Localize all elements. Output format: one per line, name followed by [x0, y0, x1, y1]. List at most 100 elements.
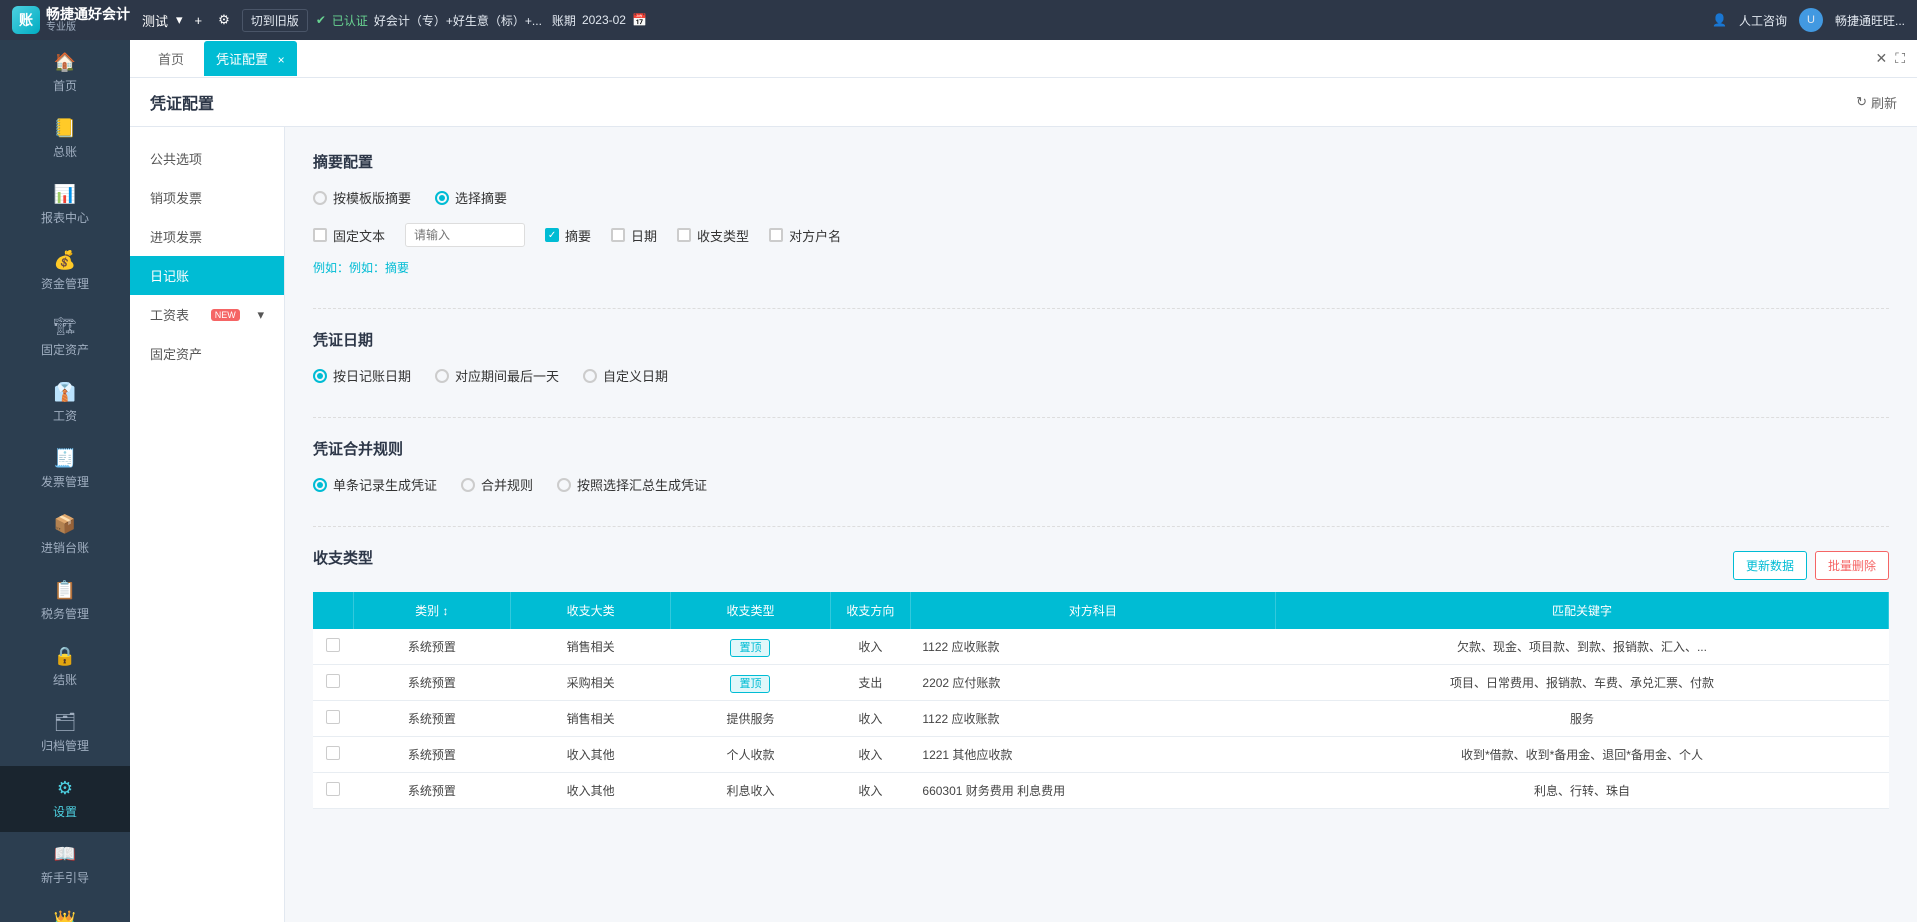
checkbox-counterparty[interactable]: 对方户名: [769, 226, 841, 245]
left-nav-fixed-asset[interactable]: 固定资产: [130, 334, 284, 373]
checkbox-income-type-box: [677, 228, 691, 242]
row-major: 采购相关: [511, 665, 671, 701]
table-actions: 更新数据 批量删除: [1733, 551, 1889, 580]
radio-single[interactable]: 单条记录生成凭证: [313, 475, 437, 494]
checkbox-fixed-text[interactable]: 固定文本: [313, 226, 385, 245]
radio-custom-date[interactable]: 自定义日期: [583, 366, 668, 385]
row-checkbox-cell[interactable]: [313, 665, 353, 701]
income-expense-title: 收支类型: [313, 547, 373, 568]
radio-journal-date-label: 按日记账日期: [333, 366, 411, 385]
sidebar-item-purchase[interactable]: 📦 进销台账: [0, 502, 130, 568]
new-badge: NEW: [211, 309, 240, 321]
home-icon: 🏠: [54, 52, 76, 73]
left-nav-salary-table[interactable]: 工资表 NEW ▾: [130, 295, 284, 334]
radio-template-label: 按模板版摘要: [333, 188, 411, 207]
sidebar-item-member[interactable]: 👑 畅会员: [0, 898, 130, 922]
row-keywords: 欠款、现金、项目款、到款、报销款、汇入、...: [1275, 629, 1888, 665]
radio-template[interactable]: 按模板版摘要: [313, 188, 411, 207]
row-checkbox[interactable]: [326, 746, 340, 760]
select-all-checkbox[interactable]: [326, 602, 340, 616]
radio-summary-total[interactable]: 按照选择汇总生成凭证: [557, 475, 707, 494]
table-row: 系统预置 收入其他 个人收款 收入 1221 其他应收款 收到*借款、收到*备用…: [313, 737, 1889, 773]
checkbox-income-type[interactable]: 收支类型: [677, 226, 749, 245]
left-nav-sales[interactable]: 销项发票: [130, 178, 284, 217]
row-direction: 收入: [830, 701, 910, 737]
batch-delete-btn[interactable]: 批量删除: [1815, 551, 1889, 580]
user-name[interactable]: 畅捷通旺旺...: [1835, 12, 1905, 29]
radio-template-circle: [313, 191, 327, 205]
th-direction: 收支方向: [830, 592, 910, 629]
window-close-btn[interactable]: ✕: [1875, 50, 1887, 67]
radio-period-last[interactable]: 对应期间最后一天: [435, 366, 559, 385]
period-value: 2023-02: [582, 13, 626, 27]
sidebar-item-salary[interactable]: 👔 工资: [0, 370, 130, 436]
checkbox-counterparty-box: [769, 228, 783, 242]
dropdown-icon[interactable]: ▾: [176, 12, 183, 28]
page-header: 凭证配置 ↻ 刷新: [130, 78, 1917, 127]
row-checkbox[interactable]: [326, 710, 340, 724]
sidebar-item-asset[interactable]: 🏗 固定资产: [0, 304, 130, 370]
reset-tag[interactable]: 置顶: [730, 675, 770, 693]
sidebar-item-report[interactable]: 📊 报表中心: [0, 172, 130, 238]
divider-2: [313, 417, 1889, 418]
add-icon[interactable]: +: [195, 13, 203, 28]
content-area: 首页 凭证配置 × ✕ ⛶ 凭证配置 ↻ 刷新 公共选项: [130, 40, 1917, 922]
example-text: 例如：例如：摘要: [313, 259, 1889, 276]
radio-journal-date[interactable]: 按日记账日期: [313, 366, 411, 385]
sidebar-item-fund[interactable]: 💰 资金管理: [0, 238, 130, 304]
checkbox-fixed-text-label: 固定文本: [333, 226, 385, 245]
sidebar-item-ledger[interactable]: 📒 总账: [0, 106, 130, 172]
checkbox-summary[interactable]: ✓ 摘要: [545, 226, 591, 245]
consultation-label[interactable]: 人工咨询: [1739, 12, 1787, 29]
sidebar-item-archive[interactable]: 🗂 归档管理: [0, 700, 130, 766]
sidebar-item-settings[interactable]: ⚙ 设置: [0, 766, 130, 832]
fixed-text-input[interactable]: [405, 223, 525, 247]
sidebar-item-home[interactable]: 🏠 首页: [0, 40, 130, 106]
row-keywords: 收到*借款、收到*备用金、退回*备用金、个人: [1275, 737, 1888, 773]
row-account: 2202 应付账款: [910, 665, 1275, 701]
row-checkbox-cell[interactable]: [313, 701, 353, 737]
switch-old-version-btn[interactable]: 切到旧版: [242, 9, 308, 32]
checkbox-date[interactable]: 日期: [611, 226, 657, 245]
window-expand-btn[interactable]: ⛶: [1895, 50, 1905, 67]
row-checkbox[interactable]: [326, 674, 340, 688]
status-bar: ✔ 已认证 好会计（专）+好生意（标）+... 账期 2023-02 📅: [316, 12, 647, 29]
calendar-icon[interactable]: 📅: [632, 13, 647, 27]
row-category: 系统预置: [353, 665, 511, 701]
sidebar-item-close[interactable]: 🔒 结账: [0, 634, 130, 700]
radio-select[interactable]: 选择摘要: [435, 188, 507, 207]
tab-home[interactable]: 首页: [142, 41, 200, 76]
left-nav-purchase-inv[interactable]: 进项发票: [130, 217, 284, 256]
guide-icon: 📖: [54, 844, 76, 865]
row-account: 1221 其他应收款: [910, 737, 1275, 773]
row-checkbox[interactable]: [326, 782, 340, 796]
tab-voucher-config[interactable]: 凭证配置 ×: [204, 41, 297, 76]
sidebar-item-guide[interactable]: 📖 新手引导: [0, 832, 130, 898]
sidebar-item-invoice[interactable]: 🧾 发票管理: [0, 436, 130, 502]
refresh-icon: ↻: [1856, 94, 1867, 110]
row-account: 1122 应收账款: [910, 629, 1275, 665]
avatar[interactable]: U: [1799, 8, 1823, 32]
settings-icon[interactable]: ⚙: [218, 12, 230, 28]
reset-tag[interactable]: 置顶: [730, 639, 770, 657]
th-checkbox[interactable]: [313, 592, 353, 629]
row-checkbox-cell[interactable]: [313, 629, 353, 665]
consultation-icon: 👤: [1712, 13, 1727, 27]
refresh-btn[interactable]: ↻ 刷新: [1856, 93, 1897, 112]
row-major: 收入其他: [511, 737, 671, 773]
row-checkbox-cell[interactable]: [313, 737, 353, 773]
divider-1: [313, 308, 1889, 309]
row-checkbox[interactable]: [326, 638, 340, 652]
update-data-btn[interactable]: 更新数据: [1733, 551, 1807, 580]
row-keywords: 利息、行转、珠自: [1275, 773, 1888, 809]
sidebar-item-tax-label: 税务管理: [41, 605, 89, 622]
left-nav-public[interactable]: 公共选项: [130, 139, 284, 178]
row-checkbox-cell[interactable]: [313, 773, 353, 809]
voucher-merge-title: 凭证合并规则: [313, 438, 1889, 459]
row-type: 利息收入: [671, 773, 831, 809]
radio-merge[interactable]: 合并规则: [461, 475, 533, 494]
left-nav-journal[interactable]: 日记账: [130, 256, 284, 295]
sidebar-item-tax[interactable]: 📋 税务管理: [0, 568, 130, 634]
left-nav-sales-label: 销项发票: [150, 188, 202, 207]
tab-close-icon[interactable]: ×: [278, 53, 285, 67]
